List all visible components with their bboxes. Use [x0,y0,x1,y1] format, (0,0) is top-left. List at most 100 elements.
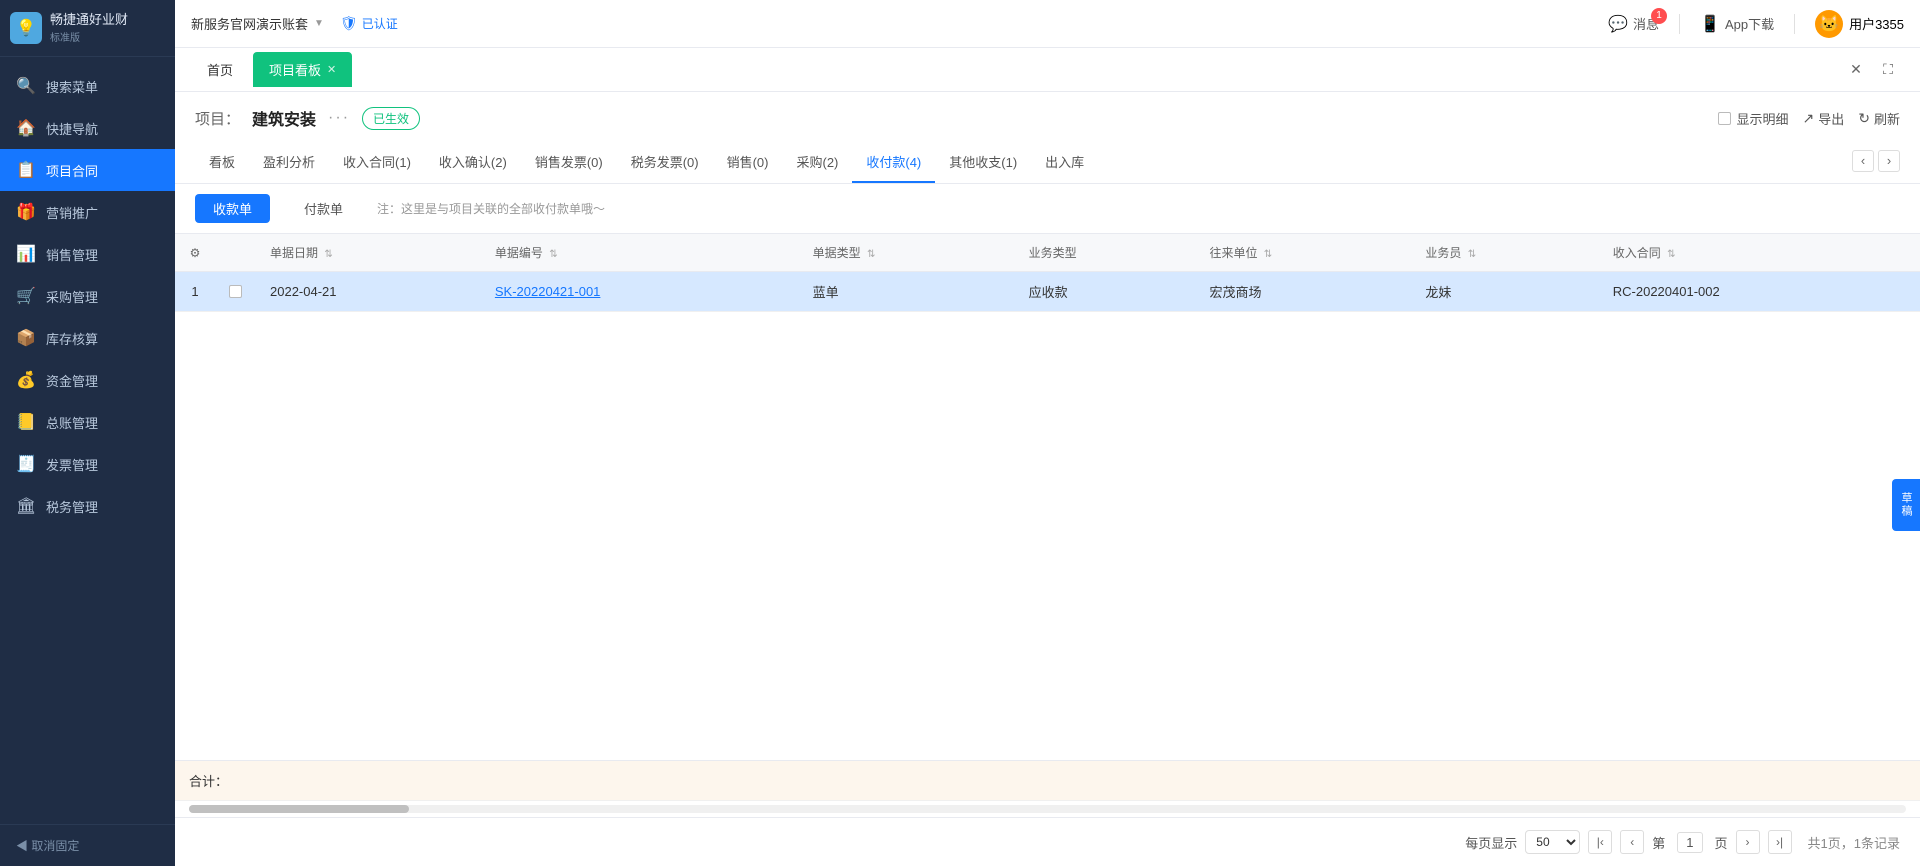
tab-project-board-label: 项目看板 [269,60,321,79]
sub-tab-receipt[interactable]: 收款单 [195,194,270,223]
sidebar-item-purchase[interactable]: 🛒 采购管理 [0,275,175,317]
th-type[interactable]: 单据类型 ⇅ [799,234,1015,272]
row-income-contract: RC-20220401-002 [1599,272,1920,312]
sidebar-item-quicknav[interactable]: 🏠 快捷导航 [0,107,175,149]
account-selector[interactable]: 新服务官网演示账套 ▼ [191,14,324,33]
sidebar-item-funds[interactable]: 💰 资金管理 [0,359,175,401]
user-menu[interactable]: 🐱 用户3355 [1815,10,1904,38]
tab-home[interactable]: 首页 [191,52,249,87]
sidebar-item-marketing[interactable]: 🎁 营销推广 [0,191,175,233]
sidebar-item-contracts[interactable]: 📋 项目合同 [0,149,175,191]
sidebar-item-label: 营销推广 [46,203,98,222]
sidebar-app-subtitle: 标准版 [50,29,128,44]
sidebar-item-ledger[interactable]: 📒 总账管理 [0,401,175,443]
sidebar-logo-icon: 💡 [10,12,42,44]
purchase-icon: 🛒 [16,286,36,306]
tab-payment[interactable]: 收付款(4) [852,142,935,183]
page-header: 项目： 建筑安装 ··· 已生效 显示明细 ↗ 导出 ↻ 刷新 [175,92,1920,184]
refresh-icon: ↻ [1858,110,1870,127]
tab-sales-invoice[interactable]: 销售发票(0) [521,142,617,183]
table-scrollbar-track[interactable] [189,805,1906,813]
row-biz-type: 应收款 [1015,272,1196,312]
sort-icon: ⇅ [1264,249,1272,260]
th-salesman[interactable]: 业务员 ⇅ [1411,234,1598,272]
sidebar-unpin-button[interactable]: ◀ 取消固定 [0,824,175,866]
per-page-label: 每页显示 [1465,833,1517,852]
row-number[interactable]: SK-20220421-001 [481,272,799,312]
table-scrollbar-thumb[interactable] [189,805,409,813]
th-partner[interactable]: 往来单位 ⇅ [1195,234,1411,272]
tab-project-board[interactable]: 项目看板 ✕ [253,52,352,87]
row-checkbox-cell[interactable] [215,272,256,312]
last-page-button[interactable]: ›| [1768,830,1792,854]
sort-icon: ⇅ [549,249,557,260]
tab-other-expense[interactable]: 其他收支(1) [935,142,1031,183]
close-window-button[interactable]: ✕ [1844,58,1868,82]
per-page-select[interactable]: 50 100 200 [1525,830,1580,854]
page-tabs-nav: ‹ › [1852,150,1900,176]
table-footer: 合计： [175,760,1920,800]
maximize-window-button[interactable]: ⛶ [1876,58,1900,82]
sidebar-item-tax[interactable]: 🏛 税务管理 [0,485,175,527]
app-download-button[interactable]: 📱 App下载 [1700,14,1774,34]
app-download-label: App下载 [1725,14,1774,33]
tab-kanban[interactable]: 看板 [195,142,249,183]
search-icon: 🔍 [16,76,36,96]
tax-icon: 🏛 [16,496,36,516]
export-button[interactable]: ↗ 导出 [1803,109,1845,128]
sidebar-item-label: 采购管理 [46,287,98,306]
tab-purchase[interactable]: 采购(2) [782,142,852,183]
refresh-label: 刷新 [1874,109,1900,128]
th-settings[interactable]: ⚙ [175,234,215,272]
th-number[interactable]: 单据编号 ⇅ [481,234,799,272]
checkbox-icon [1718,112,1731,125]
show-detail-checkbox[interactable]: 显示明细 [1718,109,1788,128]
tabs-next-button[interactable]: › [1878,150,1900,172]
tabs-prev-button[interactable]: ‹ [1852,150,1874,172]
sub-tab-payment[interactable]: 付款单 [286,194,361,223]
inventory-icon: 📦 [16,328,36,348]
th-income-contract[interactable]: 收入合同 ⇅ [1599,234,1920,272]
tab-profit[interactable]: 盈利分析 [249,142,329,183]
tab-income-contract[interactable]: 收入合同(1) [329,142,425,183]
page-header-top: 项目： 建筑安装 ··· 已生效 显示明细 ↗ 导出 ↻ 刷新 [195,106,1900,130]
export-icon: ↗ [1803,110,1815,127]
home-icon: 🏠 [16,118,36,138]
sidebar-item-search[interactable]: 🔍 搜索菜单 [0,65,175,107]
prev-page-button[interactable]: ‹ [1620,830,1644,854]
table-scrollbar-area [175,800,1920,817]
tab-income-confirm[interactable]: 收入确认(2) [425,142,521,183]
status-badge: 已生效 [362,107,420,130]
table-wrapper[interactable]: ⚙ 单据日期 ⇅ 单据编号 ⇅ 单据类型 [175,234,1920,760]
show-detail-label: 显示明细 [1736,109,1788,128]
shield-icon: 🛡 [340,15,358,32]
floating-draft-button[interactable]: 草稿 [1892,479,1920,531]
sidebar-item-label: 发票管理 [46,455,98,474]
window-controls: ✕ ⛶ [1840,58,1904,82]
topbar: 新服务官网演示账套 ▼ 🛡 已认证 💬 消息 1 📱 App下载 🐱 用户335… [175,0,1920,48]
phone-icon: 📱 [1700,14,1720,34]
main-content: 新服务官网演示账套 ▼ 🛡 已认证 💬 消息 1 📱 App下载 🐱 用户335… [175,0,1920,866]
tab-inout[interactable]: 出入库 [1031,142,1098,183]
sort-icon: ⇅ [1667,249,1675,260]
total-label: 共1页，1条记录 [1808,833,1900,852]
tab-bar: 首页 项目看板 ✕ ✕ ⛶ [175,48,1920,92]
messages-button[interactable]: 💬 消息 1 [1608,14,1659,34]
sidebar-item-invoices[interactable]: 🧾 发票管理 [0,443,175,485]
sort-icon: ⇅ [324,249,332,260]
close-icon[interactable]: ✕ [327,63,336,76]
table-row[interactable]: 1 2022-04-21 SK-20220421-001 蓝单 应收款 宏茂商场 [175,272,1920,312]
sidebar-item-sales[interactable]: 📊 销售管理 [0,233,175,275]
more-options-button[interactable]: ··· [328,109,350,127]
row-checkbox[interactable] [229,285,242,298]
sidebar-item-inventory[interactable]: 📦 库存核算 [0,317,175,359]
tab-sales[interactable]: 销售(0) [713,142,783,183]
next-page-button[interactable]: › [1736,830,1760,854]
th-biz-type: 业务类型 [1015,234,1196,272]
tab-tax-invoice[interactable]: 税务发票(0) [617,142,713,183]
export-label: 导出 [1818,109,1844,128]
ledger-icon: 📒 [16,412,36,432]
first-page-button[interactable]: |‹ [1588,830,1612,854]
th-date[interactable]: 单据日期 ⇅ [256,234,481,272]
refresh-button[interactable]: ↻ 刷新 [1858,109,1900,128]
